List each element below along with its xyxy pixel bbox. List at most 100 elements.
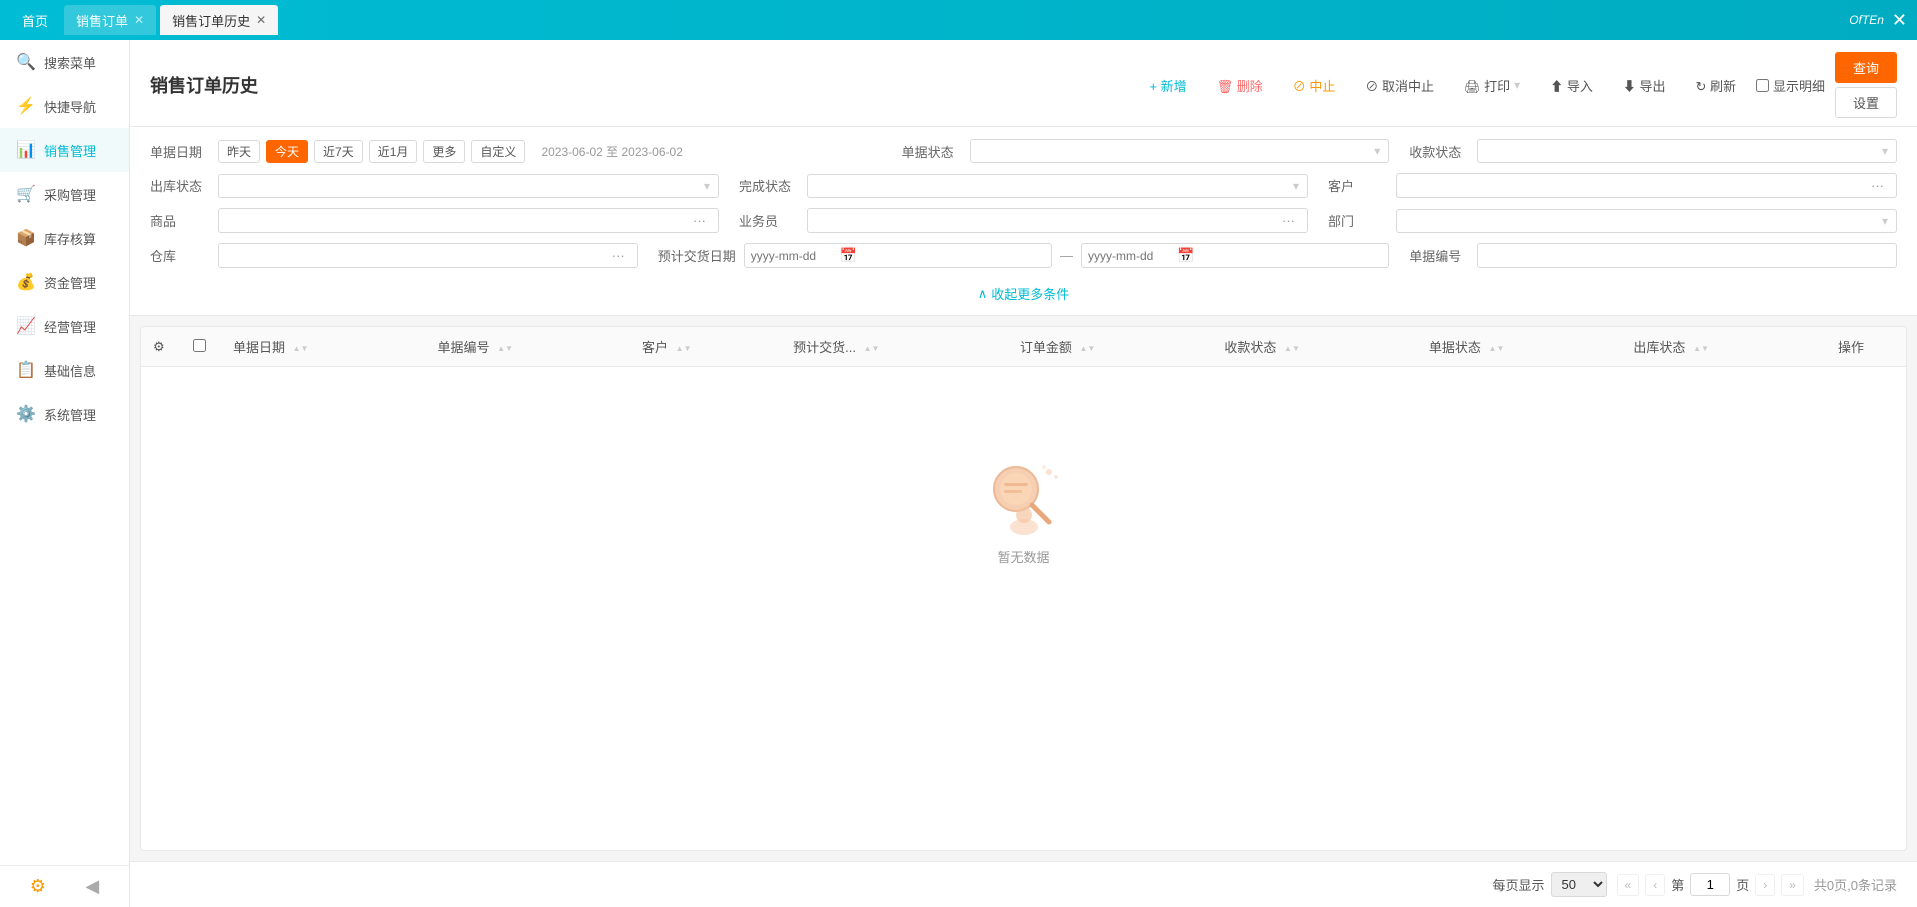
date-yesterday[interactable]: 昨天 (218, 140, 260, 163)
tab-sales-order-history[interactable]: 销售订单历史 ✕ (160, 5, 278, 35)
import-button[interactable]: ⬆ 导入 (1540, 71, 1603, 100)
order-no-label: 单据编号 (1409, 246, 1469, 265)
refresh-button[interactable]: ↻ 刷新 (1685, 71, 1746, 100)
tab-sales-order[interactable]: 销售订单 ✕ (64, 5, 156, 35)
col-pay-status[interactable]: 收款状态 ▲▼ (1212, 327, 1417, 367)
date-1month[interactable]: 近1月 (369, 140, 418, 163)
warehouse-select[interactable]: ··· (218, 243, 638, 268)
col-amount-label: 订单金额 (1020, 340, 1072, 355)
complete-status-select[interactable]: ▾ (807, 174, 1308, 198)
settings-button[interactable]: 设置 (1835, 87, 1897, 118)
query-button[interactable]: 查询 (1835, 52, 1897, 83)
data-table: ⚙ 单据日期 ▲▼ 单据编号 ▲▼ 客户 (141, 327, 1906, 646)
order-status-label: 单据状态 (902, 142, 962, 161)
display-toggle-label: 显示明细 (1773, 76, 1825, 95)
sales-rep-select[interactable]: ··· (807, 208, 1308, 233)
col-date[interactable]: 单据日期 ▲▼ (221, 327, 426, 367)
sidebar-item-inventory-label: 库存核算 (44, 229, 96, 248)
col-date-label: 单据日期 (233, 340, 285, 355)
col-customer[interactable]: 客户 ▲▼ (630, 327, 781, 367)
date-more[interactable]: 更多 (423, 140, 465, 163)
sidebar-item-sales-mgmt[interactable]: 📊 销售管理 (0, 128, 129, 172)
table-header-row: ⚙ 单据日期 ▲▼ 单据编号 ▲▼ 客户 (141, 327, 1906, 367)
expected-date-label: 预计交货日期 (658, 246, 736, 265)
page-title: 销售订单历史 (150, 72, 258, 98)
sidebar-item-quick-nav[interactable]: ⚡ 快捷导航 (0, 84, 129, 128)
sales-rep-dots[interactable]: ··· (1278, 213, 1299, 228)
customer-dots[interactable]: ··· (1867, 178, 1888, 193)
table-wrapper: ⚙ 单据日期 ▲▼ 单据编号 ▲▼ 客户 (140, 326, 1907, 851)
pay-status-select[interactable]: ▾ (1477, 139, 1897, 163)
next-page-button[interactable]: › (1755, 874, 1775, 896)
date-custom[interactable]: 自定义 (471, 140, 525, 163)
cal-to-icon[interactable]: 📅 (1177, 247, 1194, 264)
delete-button[interactable]: 🗑 删除 (1207, 71, 1273, 100)
sales-rep-label: 业务员 (739, 211, 799, 230)
customer-select[interactable]: ··· (1396, 173, 1897, 198)
prev-page-button[interactable]: ‹ (1645, 874, 1665, 896)
display-toggle[interactable]: 显示明细 (1756, 76, 1825, 95)
sidebar-expand-icon[interactable]: ◀ (85, 876, 99, 897)
dept-select[interactable]: ▾ (1396, 209, 1897, 233)
empty-row: 暂无数据 (141, 367, 1906, 647)
order-no-input[interactable] (1477, 243, 1897, 268)
filter-out-status: 出库状态 ▾ (150, 174, 719, 198)
sidebar-settings-icon[interactable]: ⚙ (30, 876, 46, 897)
expected-date-from[interactable] (751, 249, 836, 263)
product-label: 商品 (150, 211, 210, 230)
date-today[interactable]: 今天 (266, 140, 308, 163)
inventory-icon: 📦 (16, 228, 36, 248)
collapse-row[interactable]: ∧ 收起更多条件 (150, 278, 1897, 303)
tab-sales-order-close[interactable]: ✕ (134, 13, 144, 27)
display-toggle-checkbox[interactable] (1756, 79, 1769, 92)
new-button[interactable]: + 新增 (1139, 71, 1196, 100)
order-no-sort-icon: ▲▼ (497, 345, 513, 353)
sidebar-item-sys-mgmt[interactable]: ⚙️ 系统管理 (0, 392, 129, 436)
top-close-icon[interactable]: ✕ (1892, 10, 1907, 31)
cancel-stop-button[interactable]: ⊘ 取消中止 (1355, 71, 1444, 100)
toolbar: + 新增 🗑 删除 ⊘ 中止 ⊘ 取消中止 🖨 打印 ▾ ⬆ 导入 ⬇ 导出 ↻… (1139, 52, 1897, 118)
tab-home[interactable]: 首页 (10, 5, 60, 35)
first-page-button[interactable]: « (1617, 874, 1640, 896)
product-select[interactable]: ··· (218, 208, 719, 233)
content-area: 销售订单历史 + 新增 🗑 删除 ⊘ 中止 ⊘ 取消中止 🖨 打印 ▾ ⬆ 导入… (130, 40, 1917, 907)
filter-row-4: 仓库 ··· 预计交货日期 📅 — 📅 (150, 243, 1897, 268)
warehouse-dots[interactable]: ··· (608, 248, 629, 263)
cal-from-icon[interactable]: 📅 (840, 247, 857, 264)
order-status-select[interactable]: ▾ (970, 139, 1390, 163)
basic-info-icon: 📋 (16, 360, 36, 380)
col-settings[interactable]: ⚙ (141, 327, 181, 367)
sidebar-item-inventory[interactable]: 📦 库存核算 (0, 216, 129, 260)
col-operation: 操作 (1826, 327, 1906, 367)
filter-row-3: 商品 ··· 业务员 ··· 部门 (150, 208, 1897, 233)
out-status-chevron: ▾ (704, 179, 710, 193)
sidebar-item-finance[interactable]: 💰 资金管理 (0, 260, 129, 304)
export-button[interactable]: ⬇ 导出 (1613, 71, 1676, 100)
tab-sales-order-history-close[interactable]: ✕ (256, 13, 266, 27)
col-out-status[interactable]: 出库状态 ▲▼ (1621, 327, 1826, 367)
query-set-group: 查询 设置 (1835, 52, 1897, 118)
product-dots[interactable]: ··· (689, 213, 710, 228)
expected-date-to[interactable] (1088, 249, 1173, 263)
sidebar-item-purchase-mgmt[interactable]: 🛒 采购管理 (0, 172, 129, 216)
stop-button[interactable]: ⊘ 中止 (1283, 71, 1346, 100)
sidebar-item-sales-mgmt-label: 销售管理 (44, 141, 96, 160)
dept-label: 部门 (1328, 211, 1388, 230)
sidebar-item-quick-nav-label: 快捷导航 (44, 97, 96, 116)
sidebar-item-operations[interactable]: 📈 经营管理 (0, 304, 129, 348)
select-all-checkbox[interactable] (193, 339, 206, 352)
print-button[interactable]: 🖨 打印 ▾ (1454, 71, 1530, 100)
sidebar-item-basic-info[interactable]: 📋 基础信息 (0, 348, 129, 392)
page-number-input[interactable]: 1 (1690, 873, 1730, 896)
sidebar-item-search-menu[interactable]: 🔍 搜索菜单 (0, 40, 129, 84)
last-page-button[interactable]: » (1781, 874, 1804, 896)
col-amount[interactable]: 订单金额 ▲▼ (1008, 327, 1213, 367)
col-order-no[interactable]: 单据编号 ▲▼ (426, 327, 631, 367)
col-order-status[interactable]: 单据状态 ▲▼ (1417, 327, 1622, 367)
col-pay-status-label: 收款状态 (1224, 340, 1276, 355)
col-expected-date[interactable]: 预计交货... ▲▼ (781, 327, 1008, 367)
print-dropdown-icon: ▾ (1514, 78, 1520, 92)
out-status-select[interactable]: ▾ (218, 174, 719, 198)
date-7days[interactable]: 近7天 (314, 140, 363, 163)
per-page-select[interactable]: 20 50 100 (1551, 872, 1607, 897)
